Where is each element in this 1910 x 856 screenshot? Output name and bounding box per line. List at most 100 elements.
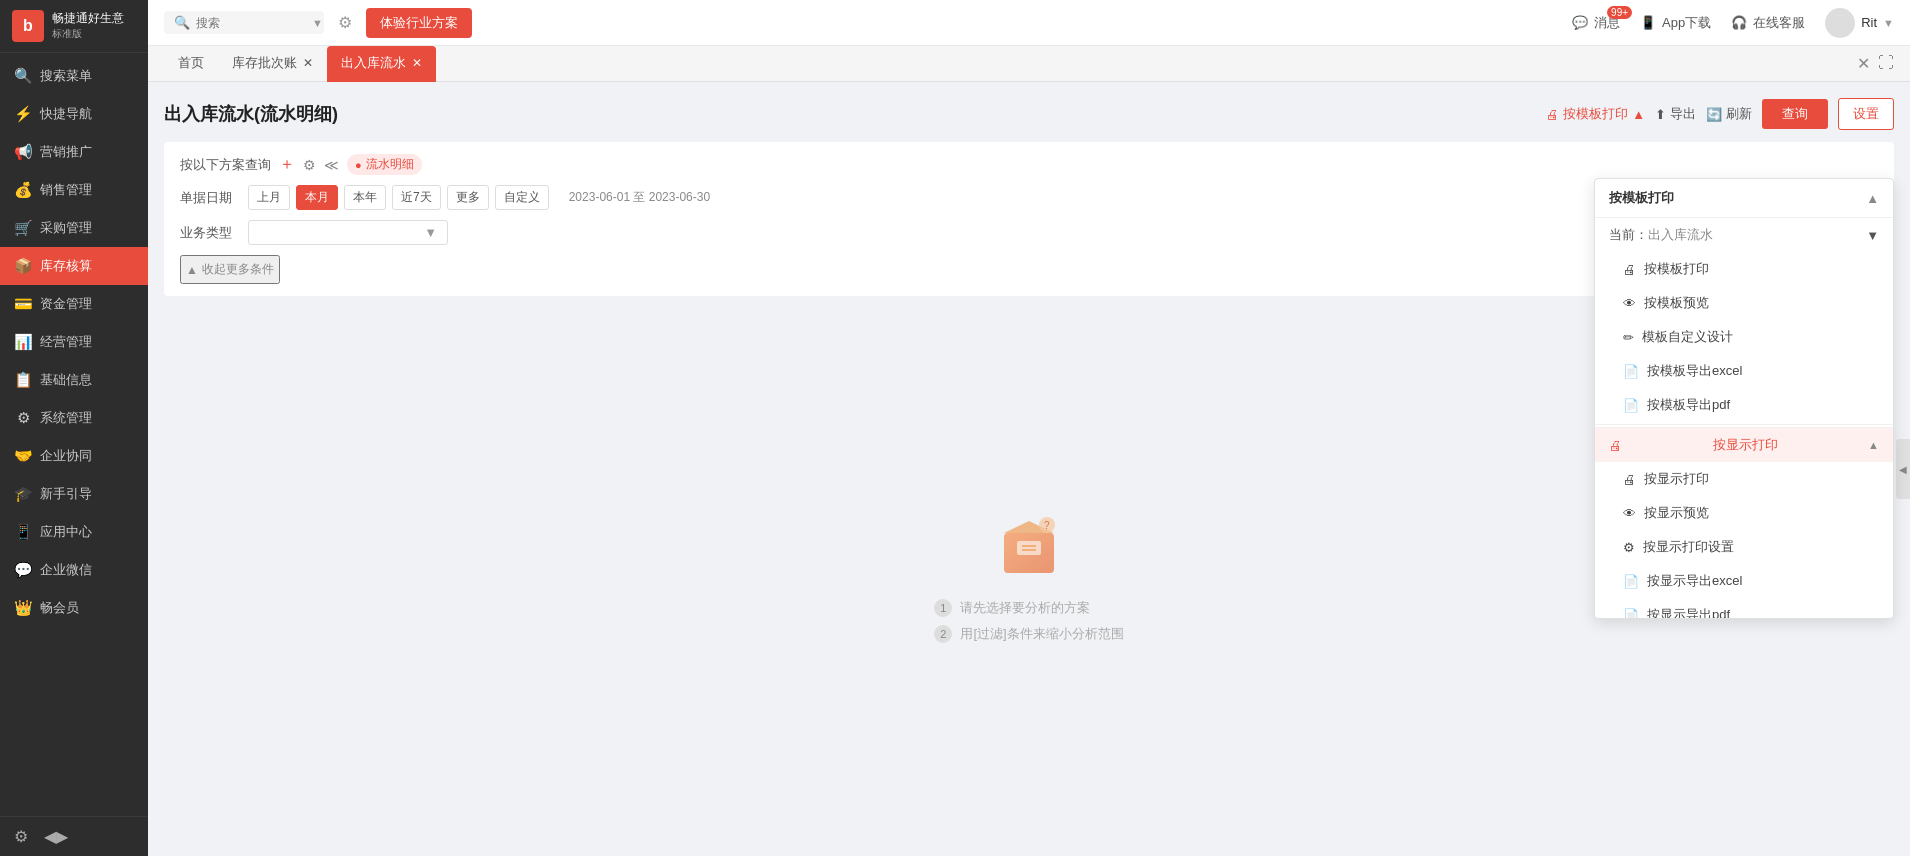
content-area: 出入库流水(流水明细) 🖨 按模板打印 ▲ ⬆ 导出 🔄 刷新 查询 设置: [148, 82, 1910, 856]
display-pdf-label: 按显示导出pdf: [1647, 606, 1730, 618]
sidebar-item-inventory[interactable]: 📦 库存核算: [0, 247, 148, 285]
basic-icon: 📋: [14, 371, 32, 389]
sidebar-item-sales[interactable]: 💰 销售管理: [0, 171, 148, 209]
tab-stock-flow[interactable]: 出入库流水 ✕: [327, 46, 436, 82]
sidebar-item-system[interactable]: ⚙ 系统管理: [0, 399, 148, 437]
empty-state-icon: ?: [989, 503, 1069, 583]
dropdown-item-display-pdf[interactable]: 📄 按显示导出pdf: [1595, 598, 1893, 618]
sidebar-item-guide[interactable]: 🎓 新手引导: [0, 475, 148, 513]
user-profile-button[interactable]: Rit ▼: [1825, 8, 1894, 38]
display-print-icon: 🖨: [1623, 472, 1636, 487]
query-button[interactable]: 查询: [1762, 99, 1828, 129]
dropdown-item-display-preview[interactable]: 👁 按显示预览: [1595, 496, 1893, 530]
dropdown-item-template-design[interactable]: ✏ 模板自定义设计: [1595, 320, 1893, 354]
sidebar-item-label: 库存核算: [40, 257, 92, 275]
biz-type-dropdown-arrow-icon: ▼: [424, 225, 437, 240]
sidebar-item-label: 快捷导航: [40, 105, 92, 123]
sidebar-item-collab[interactable]: 🤝 企业协同: [0, 437, 148, 475]
dropdown-current-section: 当前： 出入库流水 ▼: [1595, 218, 1893, 252]
export-button[interactable]: ⬆ 导出: [1655, 105, 1696, 123]
tab-stock-flow-close-icon[interactable]: ✕: [412, 56, 422, 70]
dropdown-item-display-print[interactable]: 🖨 按显示打印: [1595, 462, 1893, 496]
empty-hints: 1 请先选择要分析的方案 2 用[过滤]条件来缩小分析范围: [934, 599, 1123, 643]
filter-collapse-icon[interactable]: ≪: [324, 157, 339, 173]
dropdown-item-display-excel[interactable]: 📄 按显示导出excel: [1595, 564, 1893, 598]
dropdown-scroll-up-icon[interactable]: ▲: [1866, 191, 1879, 206]
tab-batch-account[interactable]: 库存批次账 ✕: [218, 46, 327, 82]
settings-gear-icon[interactable]: ⚙: [338, 13, 352, 32]
print-template-button[interactable]: 🖨 按模板打印 ▲: [1546, 105, 1645, 123]
sidebar-item-label: 销售管理: [40, 181, 92, 199]
dropdown-item-template-pdf[interactable]: 📄 按模板导出pdf: [1595, 388, 1893, 422]
sidebar-item-label: 应用中心: [40, 523, 92, 541]
dropdown-title: 按模板打印: [1609, 189, 1674, 207]
sidebar-item-finance[interactable]: 💳 资金管理: [0, 285, 148, 323]
app-download-button[interactable]: 📱 App下载: [1640, 14, 1711, 32]
right-scroll-handle[interactable]: ◀: [1896, 439, 1910, 499]
hint-2-text: 用[过滤]条件来缩小分析范围: [960, 625, 1123, 643]
dropdown-item-template-print[interactable]: 🖨 按模板打印: [1595, 252, 1893, 286]
template-print-icon: 🖨: [1623, 262, 1636, 277]
topbar-search-box[interactable]: 🔍 ▼: [164, 11, 324, 34]
tab-batch-account-label: 库存批次账: [232, 54, 297, 72]
filter-add-icon[interactable]: ＋: [279, 154, 295, 175]
dropdown-item-display-settings[interactable]: ⚙ 按显示打印设置: [1595, 530, 1893, 564]
tab-home[interactable]: 首页: [164, 46, 218, 82]
sidebar-item-purchase[interactable]: 🛒 采购管理: [0, 209, 148, 247]
settings-button[interactable]: 设置: [1838, 98, 1894, 130]
sidebar-item-search-menu[interactable]: 🔍 搜索菜单: [0, 57, 148, 95]
display-preview-icon: 👁: [1623, 506, 1636, 521]
search-input[interactable]: [196, 16, 306, 30]
collab-icon: 🤝: [14, 447, 32, 465]
dropdown-item-template-excel[interactable]: 📄 按模板导出excel: [1595, 354, 1893, 388]
dropdown-display-section-btn[interactable]: 🖨 按显示打印 ▲: [1595, 427, 1893, 462]
close-tab-icon[interactable]: ✕: [1857, 54, 1870, 73]
filter-active-tag[interactable]: ● 流水明细: [347, 154, 422, 175]
biz-type-dropdown[interactable]: ▼: [248, 220, 448, 245]
sidebar-item-appcenter[interactable]: 📱 应用中心: [0, 513, 148, 551]
date-btn-this-year[interactable]: 本年: [344, 185, 386, 210]
date-btn-custom[interactable]: 自定义: [495, 185, 549, 210]
page-title: 出入库流水(流水明细): [164, 102, 338, 126]
filter-settings-icon[interactable]: ⚙: [303, 157, 316, 173]
collapse-conditions-button[interactable]: ▲ 收起更多条件: [180, 255, 280, 284]
sidebar-item-member[interactable]: 👑 畅会员: [0, 589, 148, 627]
print-icon: 🖨: [1546, 107, 1559, 122]
app-download-label: App下载: [1662, 14, 1711, 32]
date-buttons-group: 上月 本月 本年 近7天 更多 自定义: [248, 185, 549, 210]
collapse-btn-label: 收起更多条件: [202, 261, 274, 278]
date-btn-last-month[interactable]: 上月: [248, 185, 290, 210]
settings-bottom-icon[interactable]: ⚙: [14, 827, 28, 846]
biz-type-label: 业务类型: [180, 224, 232, 242]
refresh-button[interactable]: 🔄 刷新: [1706, 105, 1752, 123]
tabbar-right-actions: ✕ ⛶: [1857, 54, 1894, 73]
display-excel-label: 按显示导出excel: [1647, 572, 1742, 590]
online-service-button[interactable]: 🎧 在线客服: [1731, 14, 1805, 32]
display-section-icon: 🖨: [1609, 438, 1622, 453]
sidebar-item-operation[interactable]: 📊 经营管理: [0, 323, 148, 361]
sidebar-item-basic[interactable]: 📋 基础信息: [0, 361, 148, 399]
dropdown-item-template-preview[interactable]: 👁 按模板预览: [1595, 286, 1893, 320]
date-btn-more[interactable]: 更多: [447, 185, 489, 210]
collapse-sidebar-icon[interactable]: ◀▶: [44, 827, 68, 846]
sidebar-item-marketing[interactable]: 📢 营销推广: [0, 133, 148, 171]
sidebar-item-label: 企业协同: [40, 447, 92, 465]
dropdown-divider: [1595, 424, 1893, 425]
display-section-expand-icon: ▲: [1868, 439, 1879, 451]
expand-tab-icon[interactable]: ⛶: [1878, 54, 1894, 73]
sidebar-item-wechat[interactable]: 💬 企业微信: [0, 551, 148, 589]
sidebar-item-quick-nav[interactable]: ⚡ 快捷导航: [0, 95, 148, 133]
sidebar-item-label: 基础信息: [40, 371, 92, 389]
template-preview-icon: 👁: [1623, 296, 1636, 311]
print-template-label: 按模板打印: [1563, 105, 1628, 123]
sidebar-bottom: ⚙ ◀▶: [0, 816, 148, 856]
display-section-label: 按显示打印: [1713, 436, 1778, 454]
refresh-icon: 🔄: [1706, 107, 1722, 122]
date-btn-current-month[interactable]: 本月: [296, 185, 338, 210]
tab-batch-account-close-icon[interactable]: ✕: [303, 56, 313, 70]
search-dropdown-arrow-icon[interactable]: ▼: [312, 17, 323, 29]
date-btn-last-7-days[interactable]: 近7天: [392, 185, 441, 210]
message-button[interactable]: 💬 消息 99+: [1572, 14, 1620, 32]
dropdown-scroll: 当前： 出入库流水 ▼ 🖨 按模板打印 👁 按模板预览 ✏ 模板自定义设计: [1595, 218, 1893, 618]
trial-industry-button[interactable]: 体验行业方案: [366, 8, 472, 38]
